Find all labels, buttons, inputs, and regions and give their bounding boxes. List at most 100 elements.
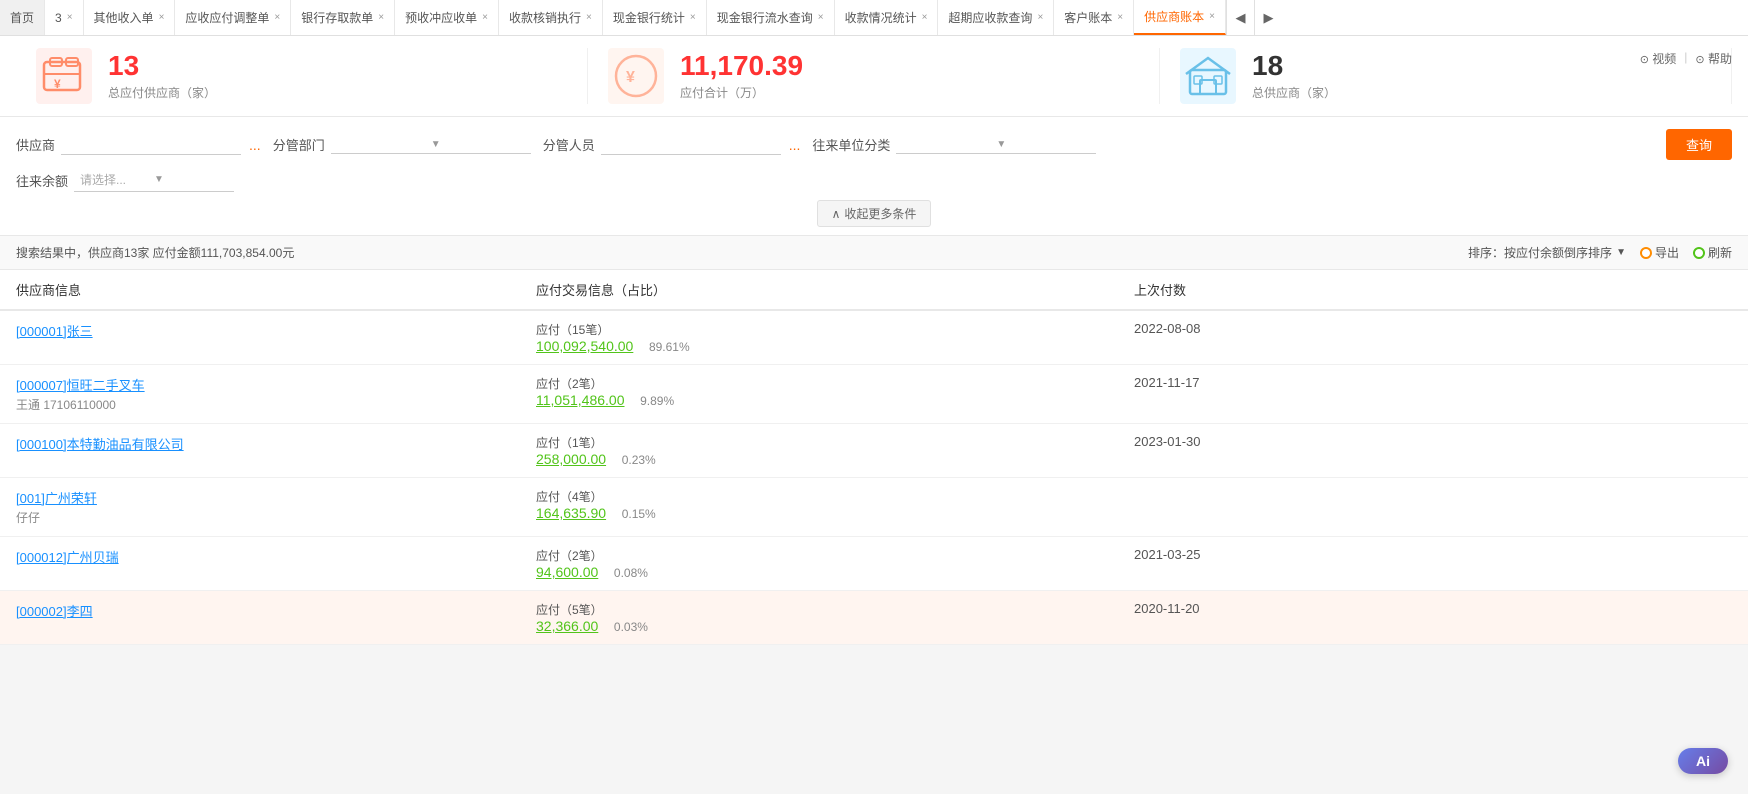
close-icon[interactable]: × [159,12,165,23]
tx-percent-4: 0.08% [614,566,648,580]
tx-amount-2[interactable]: 258,000.00 [536,451,606,467]
supplier-link-1[interactable]: [000007]恒旺二手叉车 [16,375,536,394]
nav-supplier-book[interactable]: 供应商账本 × [1134,0,1226,35]
tx-amount-4[interactable]: 94,600.00 [536,564,598,580]
close-icon[interactable]: × [1209,11,1215,22]
table-row: [000002]李四 应付（5笔） 32,366.00 0.03% 2020-1… [0,591,1748,645]
supplier-cell-4: [000012]广州贝瑞 [16,547,536,568]
supplier-cell-1: [000007]恒旺二手叉车 王通 17106110000 [16,375,536,413]
tx-amount-3[interactable]: 164,635.90 [536,505,606,521]
store-icon [1180,48,1236,104]
supplier-link-4[interactable]: [000012]广州贝瑞 [16,547,536,566]
nav-cash-bank-stat[interactable]: 现金银行统计 × [603,0,707,35]
close-icon[interactable]: × [586,12,592,23]
svg-text:¥: ¥ [626,69,635,86]
tx-cell-3: 应付（4笔） 164,635.90 0.15% [536,488,1134,521]
tx-percent-5: 0.03% [614,620,648,634]
supplier-input[interactable] [61,134,241,155]
close-icon[interactable]: × [818,12,824,23]
export-label: 导出 [1655,244,1679,261]
supplier-link-3[interactable]: [001]广州荣轩 [16,488,536,507]
stat-card-payable: ¥ 11,170.39 应付合计（万） [588,48,1160,104]
tx-percent-3: 0.15% [622,507,656,521]
balance-select[interactable]: 请选择... ▼ [74,168,234,192]
nav-prepay-ar[interactable]: 预收冲应收单 × [395,0,499,35]
nav-cash-bank-stat-label: 现金银行统计 [613,9,685,26]
stat-value-payable: 11,170.39 [680,52,803,80]
stat-label-payable: 应付合计（万） [680,84,803,101]
dept-select[interactable]: ▼ [331,136,531,154]
nav-overdue-ar-label: 超期应收款查询 [948,9,1032,26]
close-icon[interactable]: × [67,12,73,23]
collapse-button[interactable]: ∧ 收起更多条件 [817,200,932,227]
tx-cell-2: 应付（1笔） 258,000.00 0.23% [536,434,1134,467]
nav-home[interactable]: 首页 [0,0,45,35]
lastpay-cell-4: 2021-03-25 [1134,547,1732,562]
filter-category: 往来单位分类 ▼ [812,135,1096,154]
nav-tab3-label: 3 [55,11,62,25]
supplier-cell-5: [000002]李四 [16,601,536,622]
close-icon[interactable]: × [922,12,928,23]
nav-other-income[interactable]: 其他收入单 × [84,0,176,35]
stat-card-suppliers-text: 13 总应付供应商（家） [108,52,216,101]
close-icon[interactable]: × [482,12,488,23]
nav-tab3[interactable]: 3 × [45,0,84,35]
tx-amount-1[interactable]: 11,051,486.00 [536,392,625,408]
nav-receipt-verify[interactable]: 收款核销执行 × [499,0,603,35]
dept-dropdown-icon: ▼ [431,139,525,150]
video-link[interactable]: ⊙ 视频 [1640,50,1677,67]
refresh-button[interactable]: 刷新 [1693,244,1732,261]
nav-receipt-stat[interactable]: 收款情况统计 × [835,0,939,35]
chevron-up-icon: ∧ [832,207,841,221]
person-dots[interactable]: ... [789,137,801,153]
supplier-dots[interactable]: ... [249,137,261,153]
divider: | [1684,50,1687,67]
close-icon[interactable]: × [378,12,384,23]
supplier-cell-0: [000001]张三 [16,321,536,342]
supplier-link-5[interactable]: [000002]李四 [16,601,536,620]
table-row: [000001]张三 应付（15笔） 100,092,540.00 89.61%… [0,311,1748,365]
supplier-sub-3: 仔仔 [16,509,536,526]
close-icon[interactable]: × [274,12,280,23]
export-icon [1640,247,1652,259]
sort-select[interactable]: 排序：按应付余额倒序排序 ▼ [1468,244,1626,261]
close-icon[interactable]: × [690,12,696,23]
tx-cell-0: 应付（15笔） 100,092,540.00 89.61% [536,321,1134,354]
nav-customer-book-label: 客户账本 [1064,9,1112,26]
nav-ar-adjust[interactable]: 应收应付调整单 × [175,0,291,35]
table-row: [001]广州荣轩 仔仔 应付（4笔） 164,635.90 0.15% [0,478,1748,537]
close-icon[interactable]: × [1037,12,1043,23]
supplier-filter-label: 供应商 [16,135,55,154]
nav-overdue-ar[interactable]: 超期应收款查询 × [938,0,1054,35]
supplier-link-2[interactable]: [000100]本特勤油品有限公司 [16,434,536,453]
query-button[interactable]: 查询 [1666,129,1732,160]
filter-supplier: 供应商 ... [16,134,261,155]
table-row: [000100]本特勤油品有限公司 应付（1笔） 258,000.00 0.23… [0,424,1748,478]
person-input[interactable] [601,134,781,155]
sort-label: 排序：按应付余额倒序排序 [1468,244,1612,261]
data-table: 供应商信息 应付交易信息（占比） 上次付数 [000001]张三 应付（15笔）… [0,270,1748,645]
collapse-label: 收起更多条件 [844,205,916,222]
nav-bank-deposit[interactable]: 银行存取款单 × [291,0,395,35]
nav-arrow-right[interactable]: ▶ [1254,0,1282,36]
supplier-cell-3: [001]广州荣轩 仔仔 [16,488,536,526]
nav-cash-flow[interactable]: 现金银行流水查询 × [707,0,835,35]
tx-amount-0[interactable]: 100,092,540.00 [536,338,633,354]
sort-dropdown-icon: ▼ [1616,247,1626,258]
nav-arrow-left[interactable]: ◀ [1226,0,1254,36]
tx-amount-5[interactable]: 32,366.00 [536,618,598,634]
close-icon[interactable]: × [1117,12,1123,23]
help-link[interactable]: ⊙ 帮助 [1695,50,1732,67]
category-select[interactable]: ▼ [896,136,1096,154]
main-content: ¥ 13 总应付供应商（家） ¥ 11,170.39 应付合计（万） [0,36,1748,794]
filter-balance: 往来余额 请选择... ▼ [16,168,234,192]
export-button[interactable]: 导出 [1640,244,1679,261]
table-row: [000012]广州贝瑞 应付（2笔） 94,600.00 0.08% 2021… [0,537,1748,591]
nav-customer-book[interactable]: 客户账本 × [1054,0,1134,35]
tx-label-5: 应付（5笔） [536,601,1134,618]
supplier-link-0[interactable]: [000001]张三 [16,321,536,340]
ai-badge[interactable]: Ai [1678,748,1728,774]
tx-cell-4: 应付（2笔） 94,600.00 0.08% [536,547,1134,580]
refresh-icon [1693,247,1705,259]
nav-other-income-label: 其他收入单 [94,9,154,26]
